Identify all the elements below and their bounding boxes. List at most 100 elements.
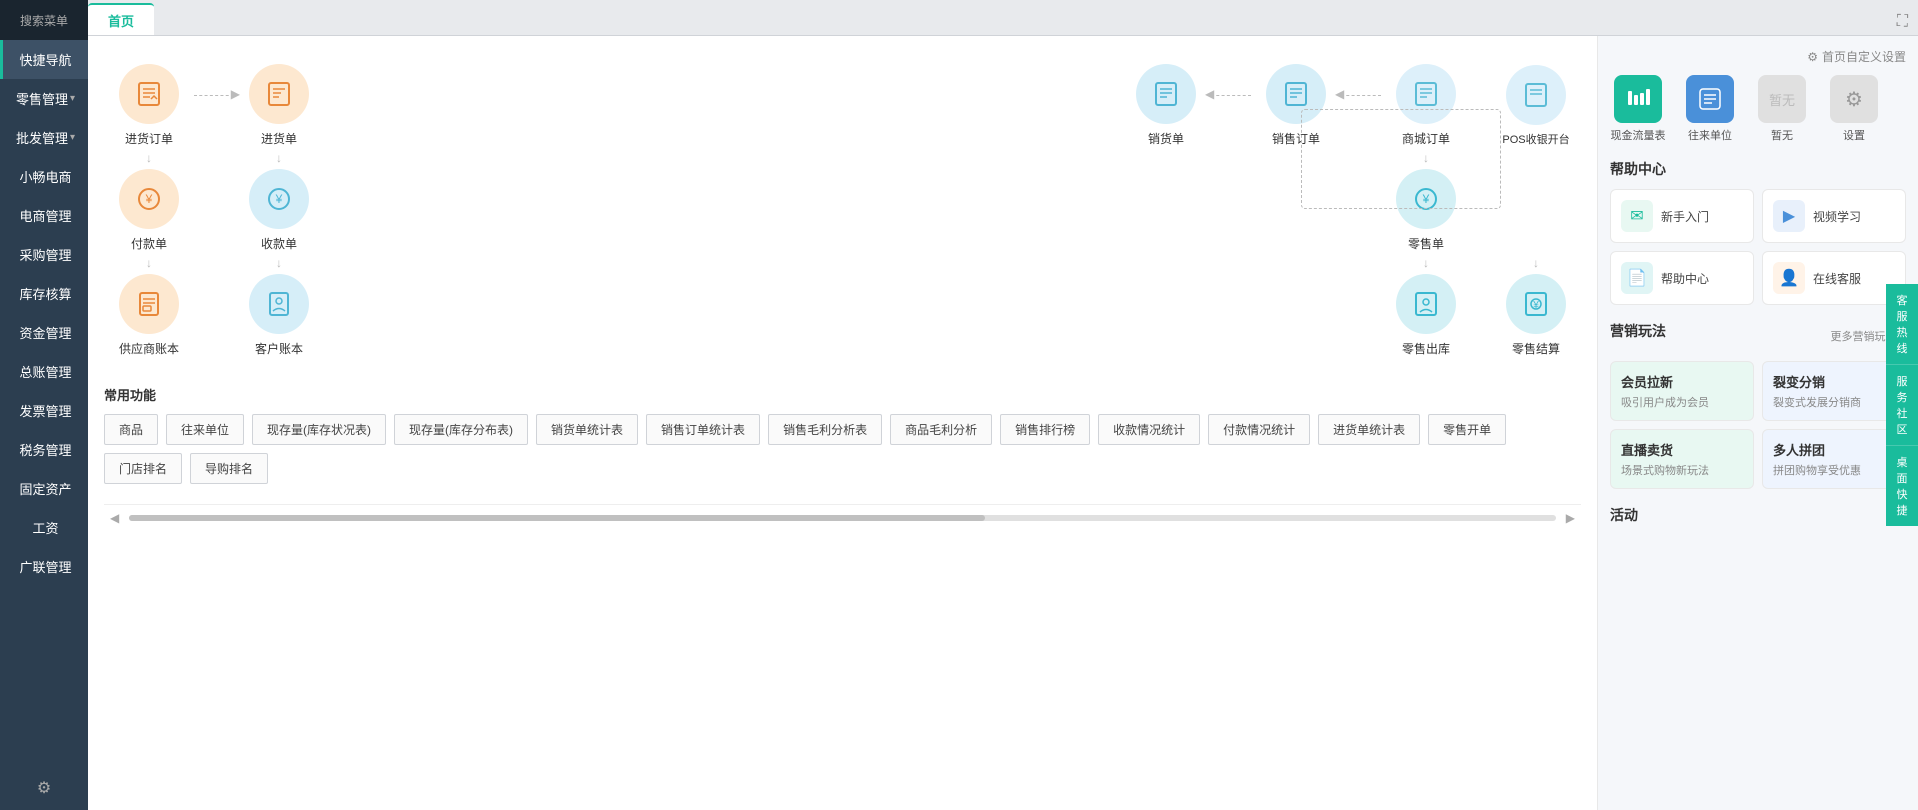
quick-nav-cash-flow[interactable]: 现金流量表: [1610, 75, 1666, 143]
func-btn-inventory-dist[interactable]: 现存量(库存分布表): [394, 414, 528, 445]
func-btn-sales-order-stats[interactable]: 销售订单统计表: [646, 414, 760, 445]
sidebar-item-more[interactable]: 广联管理: [0, 547, 88, 586]
scroll-track[interactable]: [129, 515, 1556, 521]
sidebar-item-ecommerce[interactable]: 电商管理: [0, 196, 88, 235]
sidebar-item-wholesale[interactable]: 批发管理 ▾: [0, 118, 88, 157]
flow-node-sales-order[interactable]: 销售订单: [1251, 64, 1341, 147]
float-btn-community[interactable]: 服务社区: [1886, 365, 1918, 446]
func-btn-purchase-stats[interactable]: 进货单统计表: [1318, 414, 1420, 445]
sidebar-item-inventory[interactable]: 库存核算: [0, 274, 88, 313]
main-area: 首页 ⛶ 进货订单: [88, 0, 1918, 810]
sidebar-item-label: 库存核算: [19, 284, 71, 303]
flow-node-customer-account[interactable]: 客户账本: [234, 274, 324, 357]
func-btn-guide-ranking[interactable]: 导购排名: [190, 453, 268, 484]
scroll-left-arrow[interactable]: ◀: [104, 509, 125, 527]
scroll-thumb: [129, 515, 985, 521]
func-btn-partners[interactable]: 往来单位: [166, 414, 244, 445]
func-btn-inventory-status[interactable]: 现存量(库存状况表): [252, 414, 386, 445]
activities-title: 活动: [1610, 505, 1906, 525]
flow-node-purchase-bill[interactable]: 进货单: [234, 64, 324, 147]
new-user-icon: ✉: [1621, 200, 1653, 232]
sidebar-item-payroll[interactable]: 工资: [0, 508, 88, 547]
help-item-video[interactable]: ▶ 视频学习: [1762, 189, 1906, 243]
member-desc: 吸引用户成为会员: [1621, 394, 1743, 410]
sales-bill-icon: [1136, 64, 1196, 124]
marketing-item-group[interactable]: 多人拼团 拼团购物享受优惠: [1762, 429, 1906, 489]
cash-flow-icon: [1614, 75, 1662, 123]
live-desc: 场景式购物新玩法: [1621, 462, 1743, 478]
sidebar-item-label: 小畅电商: [19, 167, 71, 186]
sidebar-item-label: 采购管理: [19, 245, 71, 264]
func-btn-sales-ranking[interactable]: 销售排行榜: [1000, 414, 1090, 445]
flow-node-sales-bill[interactable]: 销货单: [1121, 64, 1211, 147]
supplier-account-label: 供应商账本: [119, 340, 179, 357]
help-item-new-user[interactable]: ✉ 新手入门: [1610, 189, 1754, 243]
fission-title: 裂变分销: [1773, 372, 1895, 391]
quick-nav-partners[interactable]: 往来单位: [1682, 75, 1738, 143]
retail-icon: ¥: [1396, 169, 1456, 229]
sales-order-icon: [1266, 64, 1326, 124]
flow-node-supplier-account[interactable]: 供应商账本: [104, 274, 194, 357]
sidebar-item-label: 工资: [32, 518, 58, 537]
retail-outbound-label: 零售出库: [1402, 340, 1450, 357]
func-btn-retail-order[interactable]: 零售开单: [1428, 414, 1506, 445]
flow-node-mall-order[interactable]: 商城订单: [1381, 64, 1471, 147]
sales-bill-label: 销货单: [1148, 130, 1184, 147]
marketing-item-fission[interactable]: 裂变分销 裂变式发展分销商: [1762, 361, 1906, 421]
sidebar-item-retail[interactable]: 零售管理 ▾: [0, 79, 88, 118]
sidebar-item-label: 资金管理: [19, 323, 71, 342]
homepage-settings-label: 首页自定义设置: [1822, 48, 1906, 65]
tab-home[interactable]: 首页: [88, 3, 154, 35]
func-btn-goods-profit[interactable]: 商品毛利分析: [890, 414, 992, 445]
func-btn-goods[interactable]: 商品: [104, 414, 158, 445]
pos-label: POS收银开台: [1502, 131, 1569, 147]
marketing-item-member[interactable]: 会员拉新 吸引用户成为会员: [1610, 361, 1754, 421]
purchase-order-label: 进货订单: [125, 130, 173, 147]
marketing-item-live[interactable]: 直播卖货 场景式购物新玩法: [1610, 429, 1754, 489]
sidebar-item-invoice[interactable]: 发票管理: [0, 391, 88, 430]
mall-order-label: 商城订单: [1402, 130, 1450, 147]
flow-node-purchase-order[interactable]: 进货订单: [104, 64, 194, 147]
mall-order-icon: [1396, 64, 1456, 124]
func-btn-payment-stats[interactable]: 付款情况统计: [1208, 414, 1310, 445]
sidebar-item-label: 固定资产: [19, 479, 71, 498]
func-btn-receipt-stats[interactable]: 收款情况统计: [1098, 414, 1200, 445]
pos-icon: [1506, 65, 1566, 125]
sales-order-label: 销售订单: [1272, 130, 1320, 147]
member-title: 会员拉新: [1621, 372, 1743, 391]
func-btn-store-ranking[interactable]: 门店排名: [104, 453, 182, 484]
sidebar-item-fixed-assets[interactable]: 固定资产: [0, 469, 88, 508]
sidebar-item-quick-nav[interactable]: 快捷导航: [0, 40, 88, 79]
flow-node-retail-outbound[interactable]: 零售出库: [1381, 274, 1471, 357]
float-btn-customer-service[interactable]: 客服热线: [1886, 284, 1918, 365]
group-desc: 拼团购物享受优惠: [1773, 462, 1895, 478]
flow-node-pos[interactable]: POS收银开台: [1491, 65, 1581, 147]
video-label: 视频学习: [1813, 208, 1861, 225]
sidebar-search[interactable]: 搜索菜单: [0, 0, 88, 40]
none-label: 暂无: [1771, 127, 1793, 143]
flow-node-receipt[interactable]: ¥ 收款单: [234, 169, 324, 252]
sidebar-item-ledger[interactable]: 总账管理: [0, 352, 88, 391]
float-btn-desktop[interactable]: 桌面快捷: [1886, 446, 1918, 526]
homepage-settings-link[interactable]: ⚙ 首页自定义设置: [1610, 48, 1906, 65]
quick-nav-none[interactable]: 暂无 暂无: [1754, 75, 1810, 143]
retail-label: 零售单: [1408, 235, 1444, 252]
help-item-docs[interactable]: 📄 帮助中心: [1610, 251, 1754, 305]
flow-node-payment[interactable]: ¥ 付款单: [104, 169, 194, 252]
sidebar-item-tax[interactable]: 税务管理: [0, 430, 88, 469]
help-item-support[interactable]: 👤 在线客服: [1762, 251, 1906, 305]
scroll-right-arrow[interactable]: ▶: [1560, 509, 1581, 527]
quick-nav-settings[interactable]: ⚙ 设置: [1826, 75, 1882, 143]
sidebar-item-xiaochangec[interactable]: 小畅电商: [0, 157, 88, 196]
flow-node-retail[interactable]: ¥ 零售单: [1381, 169, 1471, 252]
func-btn-sales-profit[interactable]: 销售毛利分析表: [768, 414, 882, 445]
sidebar-item-purchase[interactable]: 采购管理: [0, 235, 88, 274]
flow-node-retail-settlement[interactable]: ¥ 零售结算: [1491, 274, 1581, 357]
sidebar-item-fund[interactable]: 资金管理: [0, 313, 88, 352]
docs-label: 帮助中心: [1661, 270, 1709, 287]
func-btn-sales-stats[interactable]: 销货单统计表: [536, 414, 638, 445]
sidebar: 搜索菜单 快捷导航 零售管理 ▾ 批发管理 ▾ 小畅电商 电商管理 采购管理 库…: [0, 0, 88, 810]
gear-icon[interactable]: ⚙: [37, 778, 51, 798]
partners-label: 往来单位: [1688, 127, 1732, 143]
fullscreen-button[interactable]: ⛶: [1887, 9, 1918, 35]
